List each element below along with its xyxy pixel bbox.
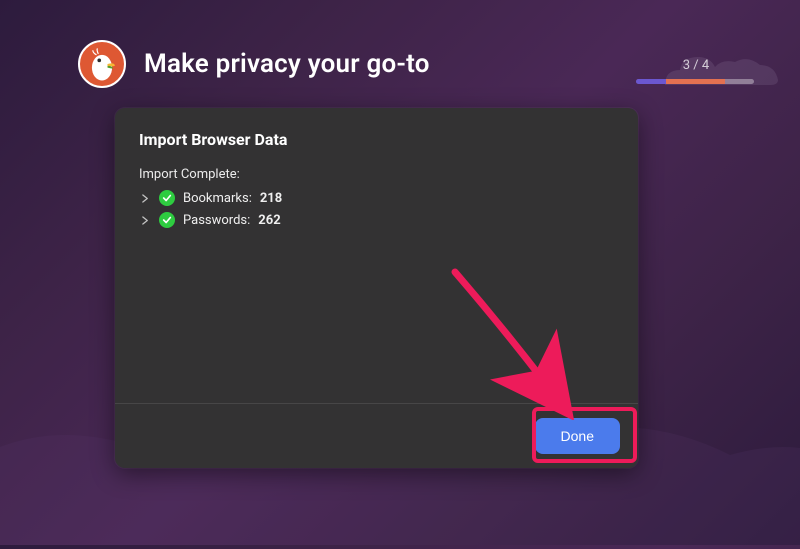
panel-footer: Done xyxy=(115,403,638,468)
panel-title: Import Browser Data xyxy=(139,130,614,149)
check-icon xyxy=(159,212,175,228)
chevron-right-icon xyxy=(139,216,151,225)
done-button[interactable]: Done xyxy=(535,418,620,454)
result-label: Bookmarks: xyxy=(183,191,252,206)
result-count: 262 xyxy=(258,213,280,228)
import-complete-label: Import Complete: xyxy=(139,167,614,182)
result-row-bookmarks[interactable]: Bookmarks: 218 xyxy=(139,190,614,206)
result-row-passwords[interactable]: Passwords: 262 xyxy=(139,212,614,228)
progress-bar xyxy=(636,79,754,84)
import-panel: Import Browser Data Import Complete: Boo… xyxy=(115,108,638,468)
page-title: Make privacy your go-to xyxy=(144,49,430,79)
result-count: 218 xyxy=(260,191,282,206)
chevron-right-icon xyxy=(139,194,151,203)
result-label: Passwords: xyxy=(183,213,250,228)
step-indicator: 3 / 4 xyxy=(636,58,756,84)
step-label: 3 / 4 xyxy=(636,58,756,73)
duckduckgo-logo-icon xyxy=(78,40,126,88)
check-icon xyxy=(159,190,175,206)
